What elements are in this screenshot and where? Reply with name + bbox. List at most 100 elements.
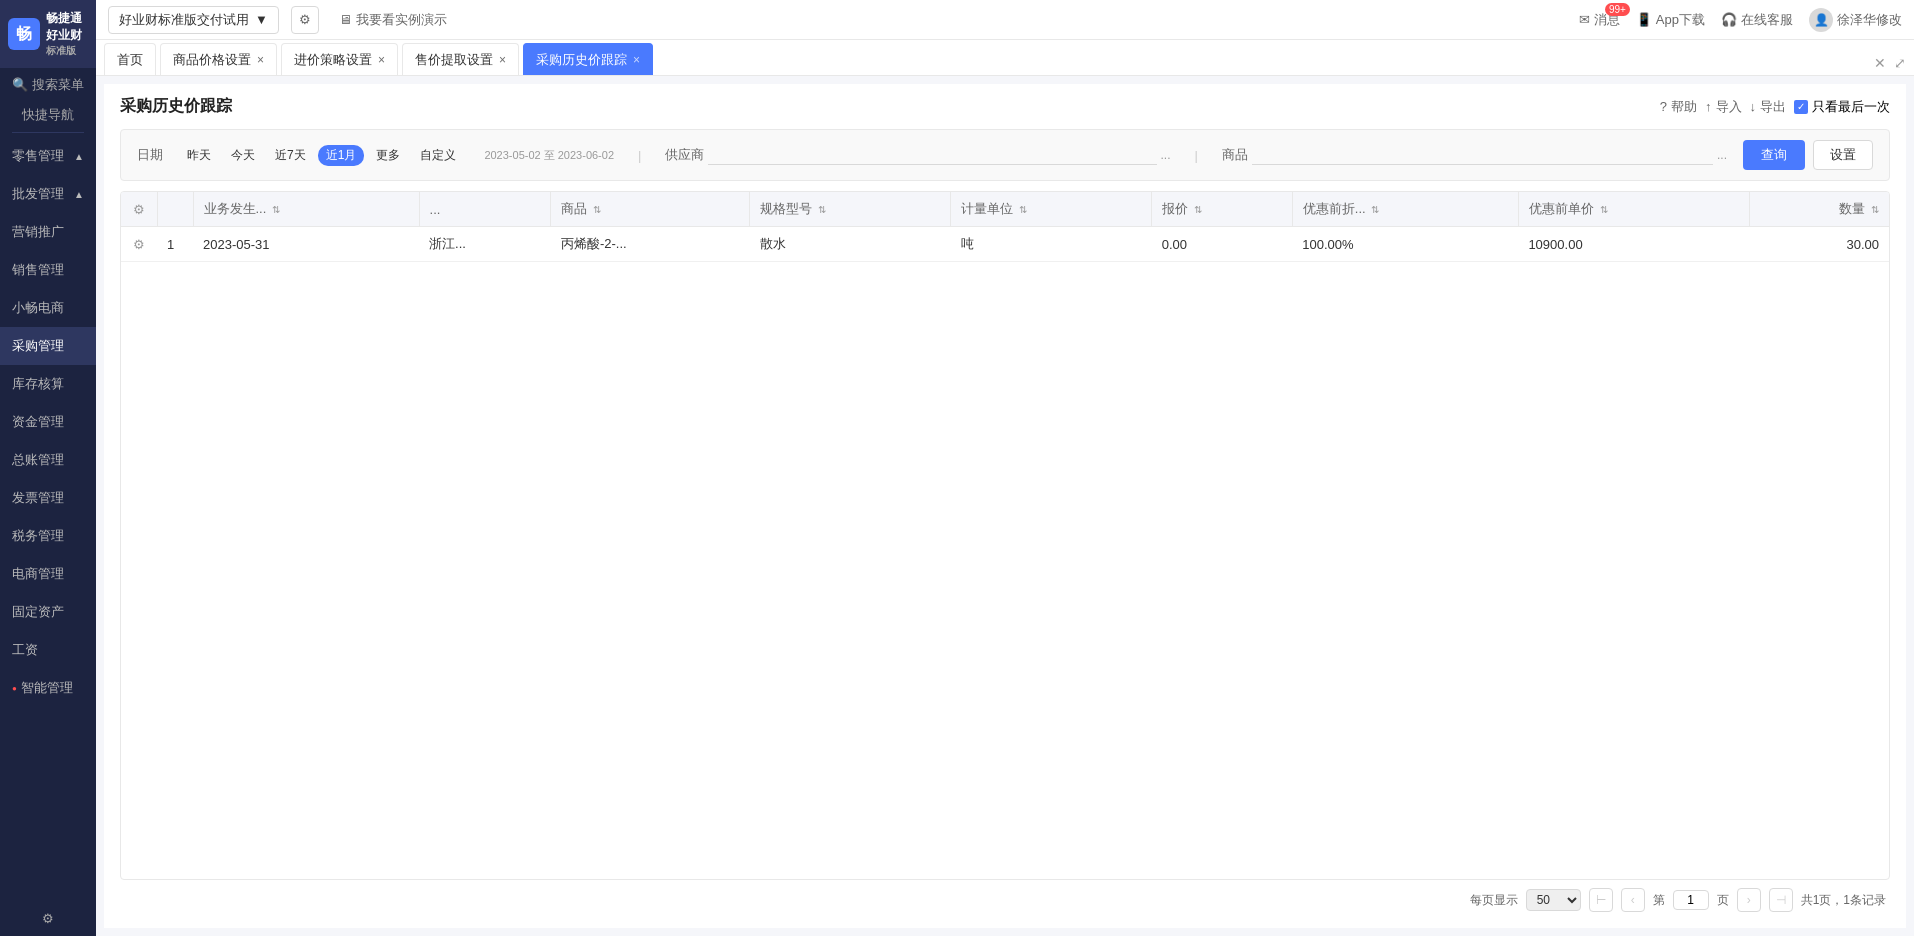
- goods-more-btn[interactable]: ...: [1717, 148, 1727, 162]
- sidebar-item-wholesale[interactable]: 批发管理 ▲: [0, 175, 96, 213]
- sort-icon-price: ⇅: [1194, 204, 1202, 215]
- supplier-input[interactable]: [708, 145, 1156, 165]
- tab-history-price[interactable]: 采购历史价跟踪 ×: [523, 43, 653, 75]
- only-last-checkbox[interactable]: ✓: [1794, 100, 1808, 114]
- tab-home[interactable]: 首页: [104, 43, 156, 75]
- goods-field: 商品 ...: [1222, 145, 1727, 165]
- tab-sale-price[interactable]: 售价提取设置 ×: [402, 43, 519, 75]
- sidebar-item-marketing[interactable]: 营销推广: [0, 213, 96, 251]
- tab-close-all[interactable]: ✕: [1874, 55, 1886, 71]
- supplier-more-btn[interactable]: ...: [1161, 148, 1171, 162]
- date-btn-last1m[interactable]: 近1月: [318, 145, 365, 166]
- row-gear[interactable]: ⚙: [121, 227, 157, 262]
- gear-settings-btn[interactable]: ⚙: [291, 6, 319, 34]
- app-subtitle: 标准版: [46, 44, 88, 58]
- setting-btn[interactable]: 设置: [1813, 140, 1873, 170]
- date-label: 日期: [137, 146, 163, 164]
- tab-price[interactable]: 商品价格设置 ×: [160, 43, 277, 75]
- row-price: 0.00: [1152, 227, 1293, 262]
- avatar: 👤: [1809, 8, 1833, 32]
- page-suffix: 页: [1717, 892, 1729, 909]
- import-icon: ↑: [1705, 99, 1712, 114]
- import-btn[interactable]: ↑ 导入: [1705, 98, 1742, 116]
- total-info: 共1页，1条记录: [1801, 892, 1886, 909]
- th-goods[interactable]: 商品 ⇅: [551, 192, 750, 227]
- sidebar-item-inventory[interactable]: 库存核算: [0, 365, 96, 403]
- per-page-select[interactable]: 50 10 20 100: [1526, 889, 1581, 911]
- sidebar-item-fixed-assets[interactable]: 固定资产: [0, 593, 96, 631]
- sidebar-item-ecommerce[interactable]: 电商管理: [0, 555, 96, 593]
- export-btn[interactable]: ↓ 导出: [1750, 98, 1787, 116]
- tabbar: 首页 商品价格设置 × 进价策略设置 × 售价提取设置 × 采购历史价跟踪 × …: [96, 40, 1914, 76]
- supplier-field: 供应商 ...: [665, 145, 1170, 165]
- first-page-btn[interactable]: ⊢: [1589, 888, 1613, 912]
- sort-icon-spec: ⇅: [818, 204, 826, 215]
- page-title: 采购历史价跟踪: [120, 96, 232, 117]
- date-btn-more[interactable]: 更多: [368, 145, 408, 166]
- sidebar-item-salary[interactable]: 工资: [0, 631, 96, 669]
- app-name: 畅捷通好业财: [46, 10, 88, 44]
- sort-icon-discount: ⇅: [1371, 204, 1379, 215]
- date-buttons: 昨天 今天 近7天 近1月 更多 自定义: [179, 145, 464, 166]
- th-more-cols[interactable]: ...: [419, 192, 551, 227]
- user-menu[interactable]: 👤 徐泽华修改: [1809, 8, 1902, 32]
- sidebar-quick-nav[interactable]: 快捷导航: [0, 102, 96, 128]
- date-btn-last7[interactable]: 近7天: [267, 145, 314, 166]
- sidebar-item-finance[interactable]: 资金管理: [0, 403, 96, 441]
- th-quantity[interactable]: 数量 ⇅: [1749, 192, 1889, 227]
- th-pre-discount-price[interactable]: 优惠前单价 ⇅: [1518, 192, 1749, 227]
- message-btn[interactable]: ✉ 消息 99+: [1579, 11, 1620, 29]
- tab-sale-price-close[interactable]: ×: [499, 53, 506, 67]
- next-page-btn[interactable]: ›: [1737, 888, 1761, 912]
- help-icon: ?: [1660, 99, 1667, 114]
- page-input[interactable]: [1673, 890, 1709, 910]
- th-date[interactable]: 业务发生... ⇅: [193, 192, 419, 227]
- th-gear[interactable]: ⚙: [121, 192, 157, 227]
- tab-purchase-strategy-close[interactable]: ×: [378, 53, 385, 67]
- sidebar-search[interactable]: 🔍 搜索菜单: [0, 68, 96, 102]
- date-btn-today[interactable]: 今天: [223, 145, 263, 166]
- row-supplier: 浙江...: [419, 227, 551, 262]
- th-price[interactable]: 报价 ⇅: [1152, 192, 1293, 227]
- row-goods: 丙烯酸-2-...: [551, 227, 750, 262]
- sidebar-settings-btn[interactable]: ⚙: [0, 901, 96, 936]
- date-btn-custom[interactable]: 自定义: [412, 145, 464, 166]
- sidebar-item-smart[interactable]: ● 智能管理: [0, 669, 96, 707]
- sort-icon-unit: ⇅: [1019, 204, 1027, 215]
- divider: [12, 132, 84, 133]
- mobile-icon: 📱: [1636, 12, 1652, 27]
- sidebar-item-invoice[interactable]: 发票管理: [0, 479, 96, 517]
- sidebar-item-tax[interactable]: 税务管理: [0, 517, 96, 555]
- help-btn[interactable]: ? 帮助: [1660, 98, 1697, 116]
- tab-price-close[interactable]: ×: [257, 53, 264, 67]
- sidebar-item-ecommerce-small[interactable]: 小畅电商: [0, 289, 96, 327]
- th-discount[interactable]: 优惠前折... ⇅: [1292, 192, 1518, 227]
- demo-link[interactable]: 🖥 我要看实例演示: [339, 11, 447, 29]
- online-service-btn[interactable]: 🎧 在线客服: [1721, 11, 1793, 29]
- goods-input[interactable]: [1252, 145, 1713, 165]
- sidebar: 畅 畅捷通好业财 标准版 🔍 搜索菜单 快捷导航 零售管理 ▲ 批发管理 ▲ 营…: [0, 0, 96, 936]
- sidebar-item-purchase[interactable]: 采购管理: [0, 327, 96, 365]
- topbar: 好业财标准版交付试用 ▼ ⚙ 🖥 我要看实例演示 ✉ 消息 99+ 📱 App下…: [96, 0, 1914, 40]
- only-last-checkbox-wrapper[interactable]: ✓ 只看最后一次: [1794, 98, 1890, 116]
- th-spec[interactable]: 规格型号 ⇅: [750, 192, 951, 227]
- sidebar-item-general-ledger[interactable]: 总账管理: [0, 441, 96, 479]
- row-quantity: 30.00: [1749, 227, 1889, 262]
- sidebar-item-sales[interactable]: 销售管理: [0, 251, 96, 289]
- app-download-btn[interactable]: 📱 App下载: [1636, 11, 1705, 29]
- tab-expand[interactable]: ⤢: [1894, 55, 1906, 71]
- product-selector-label: 好业财标准版交付试用: [119, 11, 249, 29]
- last-page-btn[interactable]: ⊣: [1769, 888, 1793, 912]
- supplier-label: 供应商: [665, 146, 704, 164]
- page-label: 第: [1653, 892, 1665, 909]
- sort-icon-date: ⇅: [272, 204, 280, 215]
- prev-page-btn[interactable]: ‹: [1621, 888, 1645, 912]
- tab-purchase-strategy[interactable]: 进价策略设置 ×: [281, 43, 398, 75]
- date-btn-yesterday[interactable]: 昨天: [179, 145, 219, 166]
- pagination: 每页显示 50 10 20 100 ⊢ ‹ 第 页 › ⊣ 共1页，1条记录: [120, 880, 1890, 916]
- query-btn[interactable]: 查询: [1743, 140, 1805, 170]
- tab-history-price-close[interactable]: ×: [633, 53, 640, 67]
- product-selector[interactable]: 好业财标准版交付试用 ▼: [108, 6, 279, 34]
- sidebar-item-retail[interactable]: 零售管理 ▲: [0, 137, 96, 175]
- th-unit[interactable]: 计量单位 ⇅: [951, 192, 1152, 227]
